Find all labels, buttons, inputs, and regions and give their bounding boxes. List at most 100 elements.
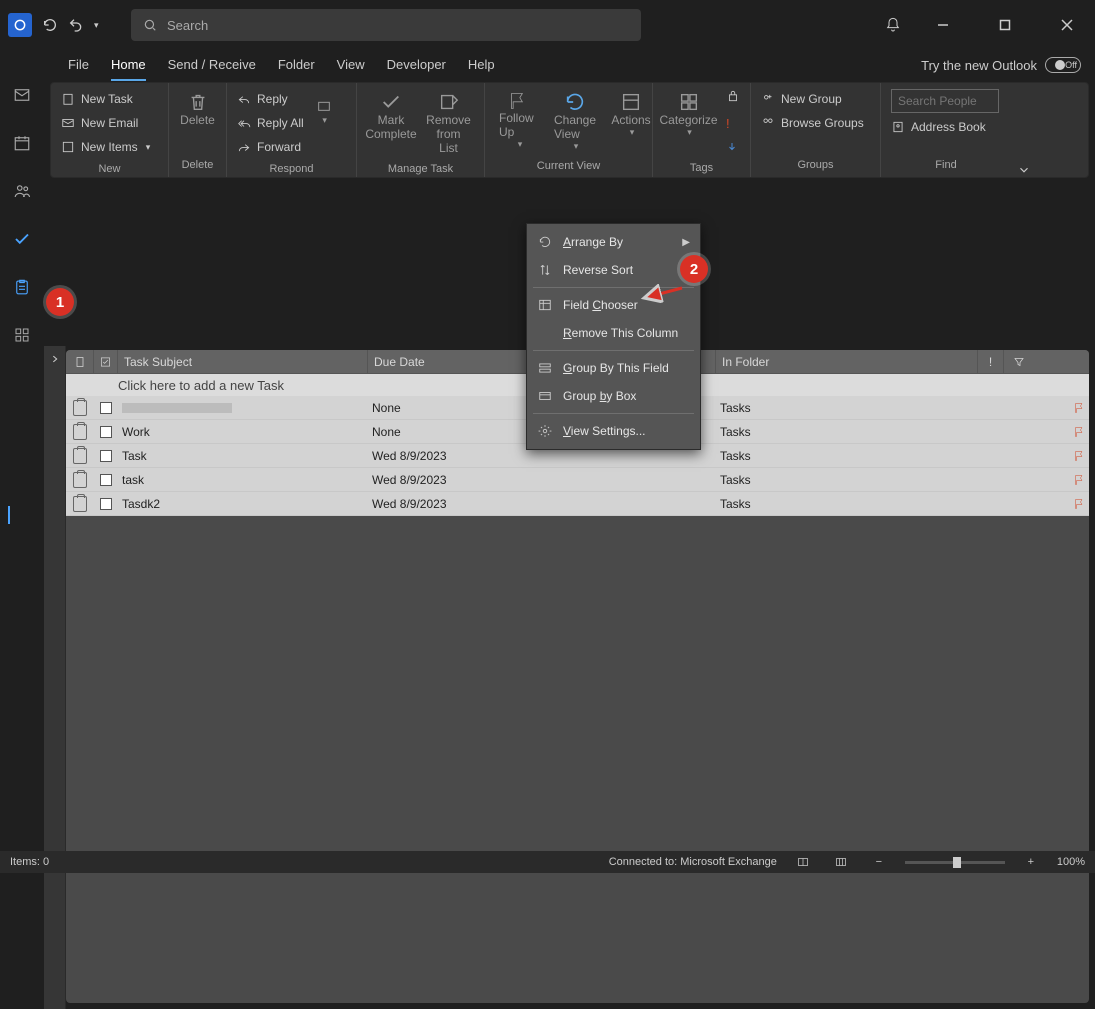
- notifications-icon[interactable]: [885, 17, 901, 33]
- reply-button[interactable]: Reply: [237, 89, 304, 109]
- tab-view[interactable]: View: [337, 50, 365, 80]
- flag-icon[interactable]: [1071, 473, 1089, 487]
- column-header-complete[interactable]: [94, 350, 118, 373]
- reply-all-label: Reply All: [257, 113, 304, 133]
- new-group-button[interactable]: New Group: [761, 89, 864, 109]
- group-tags-label: Tags: [653, 162, 750, 177]
- categorize-label: Categorize: [659, 113, 717, 127]
- complete-checkbox[interactable]: [94, 474, 118, 486]
- status-items: Items: 0: [10, 856, 49, 868]
- private-icon[interactable]: [726, 89, 740, 106]
- toggle-state-text: Off: [1065, 60, 1077, 70]
- zoom-in-button[interactable]: +: [1019, 854, 1043, 870]
- flag-icon[interactable]: [1071, 401, 1089, 415]
- forward-button[interactable]: Forward: [237, 137, 304, 157]
- menu-arrange-by[interactable]: Arrange By ▶: [527, 228, 700, 256]
- refresh-icon[interactable]: [42, 17, 58, 33]
- complete-checkbox[interactable]: [94, 498, 118, 510]
- column-header-filter-icon[interactable]: [1004, 350, 1034, 373]
- menu-group-by-box[interactable]: Group by Box: [527, 382, 700, 410]
- table-row[interactable]: task Wed 8/9/2023 Tasks: [66, 468, 1089, 492]
- change-view-button[interactable]: Change View▾: [551, 89, 599, 154]
- new-email-button[interactable]: New Email: [61, 113, 150, 133]
- tab-file[interactable]: File: [68, 50, 89, 80]
- quick-access-dropdown-icon[interactable]: ▾: [94, 20, 99, 31]
- search-people-input[interactable]: [891, 89, 999, 113]
- menu-reverse-sort[interactable]: Reverse Sort: [527, 256, 700, 284]
- complete-checkbox[interactable]: [94, 402, 118, 414]
- flag-icon[interactable]: [1071, 449, 1089, 463]
- tab-help[interactable]: Help: [468, 50, 495, 80]
- column-header-subject[interactable]: Task Subject: [118, 350, 368, 373]
- new-task-button[interactable]: New Task: [61, 89, 150, 109]
- search-placeholder: Search: [167, 18, 208, 33]
- view-normal-icon[interactable]: [791, 854, 815, 870]
- tab-home[interactable]: Home: [111, 50, 146, 80]
- search-box[interactable]: Search: [131, 9, 641, 41]
- zoom-slider[interactable]: [905, 861, 1005, 864]
- menu-remove-column[interactable]: Remove This Column: [527, 319, 700, 347]
- delete-button[interactable]: Delete: [174, 89, 222, 129]
- complete-checkbox[interactable]: [94, 426, 118, 438]
- more-respond-button[interactable]: ▾: [312, 89, 336, 128]
- close-button[interactable]: [1047, 10, 1087, 40]
- try-toggle[interactable]: Off: [1045, 57, 1081, 73]
- nav-todo-icon[interactable]: [8, 228, 36, 250]
- nav-people-icon[interactable]: [8, 180, 36, 202]
- add-task-placeholder: Click here to add a new Task: [118, 378, 284, 393]
- field-chooser-icon: [537, 298, 553, 312]
- try-label: Try the new Outlook: [921, 58, 1037, 73]
- nav-tasks-icon[interactable]: [8, 276, 36, 298]
- tab-folder[interactable]: Folder: [278, 50, 315, 80]
- nav-mail-icon[interactable]: [8, 84, 36, 106]
- menu-view-settings[interactable]: View Settings...: [527, 417, 700, 445]
- ribbon-expand-button[interactable]: [1011, 83, 1037, 177]
- task-icon: [66, 424, 94, 440]
- task-icon: [66, 496, 94, 512]
- tab-send-receive[interactable]: Send / Receive: [168, 50, 256, 80]
- maximize-button[interactable]: [985, 10, 1025, 40]
- column-header-in-folder[interactable]: In Folder: [716, 350, 978, 373]
- mark-complete-button[interactable]: Mark Complete: [367, 89, 415, 143]
- group-current-view-label: Current View: [485, 160, 652, 177]
- flag-icon[interactable]: [1071, 425, 1089, 439]
- importance-high-icon[interactable]: !: [726, 116, 740, 131]
- column-header-importance[interactable]: !: [978, 350, 1004, 373]
- folder-pane-expand-button[interactable]: [44, 346, 66, 1009]
- remove-from-list-button[interactable]: Remove from List: [423, 89, 474, 157]
- categorize-button[interactable]: Categorize▾: [663, 89, 714, 140]
- importance-low-icon[interactable]: [726, 141, 740, 156]
- search-icon: [143, 18, 157, 32]
- follow-up-button[interactable]: Follow Up▾: [495, 89, 543, 152]
- actions-button[interactable]: Actions▾: [607, 89, 655, 140]
- nav-more-apps-icon[interactable]: [8, 324, 36, 346]
- undo-icon[interactable]: [68, 17, 84, 33]
- actions-label: Actions: [611, 113, 650, 127]
- column-header-icon[interactable]: [66, 350, 94, 373]
- cell-subject: Tasdk2: [118, 497, 368, 511]
- browse-groups-label: Browse Groups: [781, 113, 864, 133]
- view-reading-icon[interactable]: [829, 854, 853, 870]
- cell-in-folder: Tasks: [716, 497, 978, 511]
- cell-subject: Task: [118, 449, 368, 463]
- browse-groups-button[interactable]: Browse Groups: [761, 113, 864, 133]
- minimize-button[interactable]: [923, 10, 963, 40]
- reply-all-button[interactable]: Reply All: [237, 113, 304, 133]
- new-items-button[interactable]: New Items▾: [61, 137, 150, 157]
- menu-group-by-field[interactable]: Group By This Field: [527, 354, 700, 382]
- flag-icon[interactable]: [1071, 497, 1089, 511]
- address-book-button[interactable]: Address Book: [891, 117, 999, 137]
- tab-developer[interactable]: Developer: [387, 50, 446, 80]
- cell-in-folder: Tasks: [716, 473, 978, 487]
- chevron-right-icon: ▶: [682, 237, 690, 248]
- zoom-out-button[interactable]: −: [867, 854, 891, 870]
- nav-calendar-icon[interactable]: [8, 132, 36, 154]
- annotation-marker-2: 2: [680, 255, 708, 283]
- group-manage-task-label: Manage Task: [357, 163, 484, 177]
- complete-checkbox[interactable]: [94, 450, 118, 462]
- delete-label: Delete: [180, 113, 215, 127]
- arrange-by-icon: [537, 235, 553, 249]
- cell-in-folder: Tasks: [716, 425, 978, 439]
- group-groups-label: Groups: [751, 159, 880, 177]
- table-row[interactable]: Tasdk2 Wed 8/9/2023 Tasks: [66, 492, 1089, 516]
